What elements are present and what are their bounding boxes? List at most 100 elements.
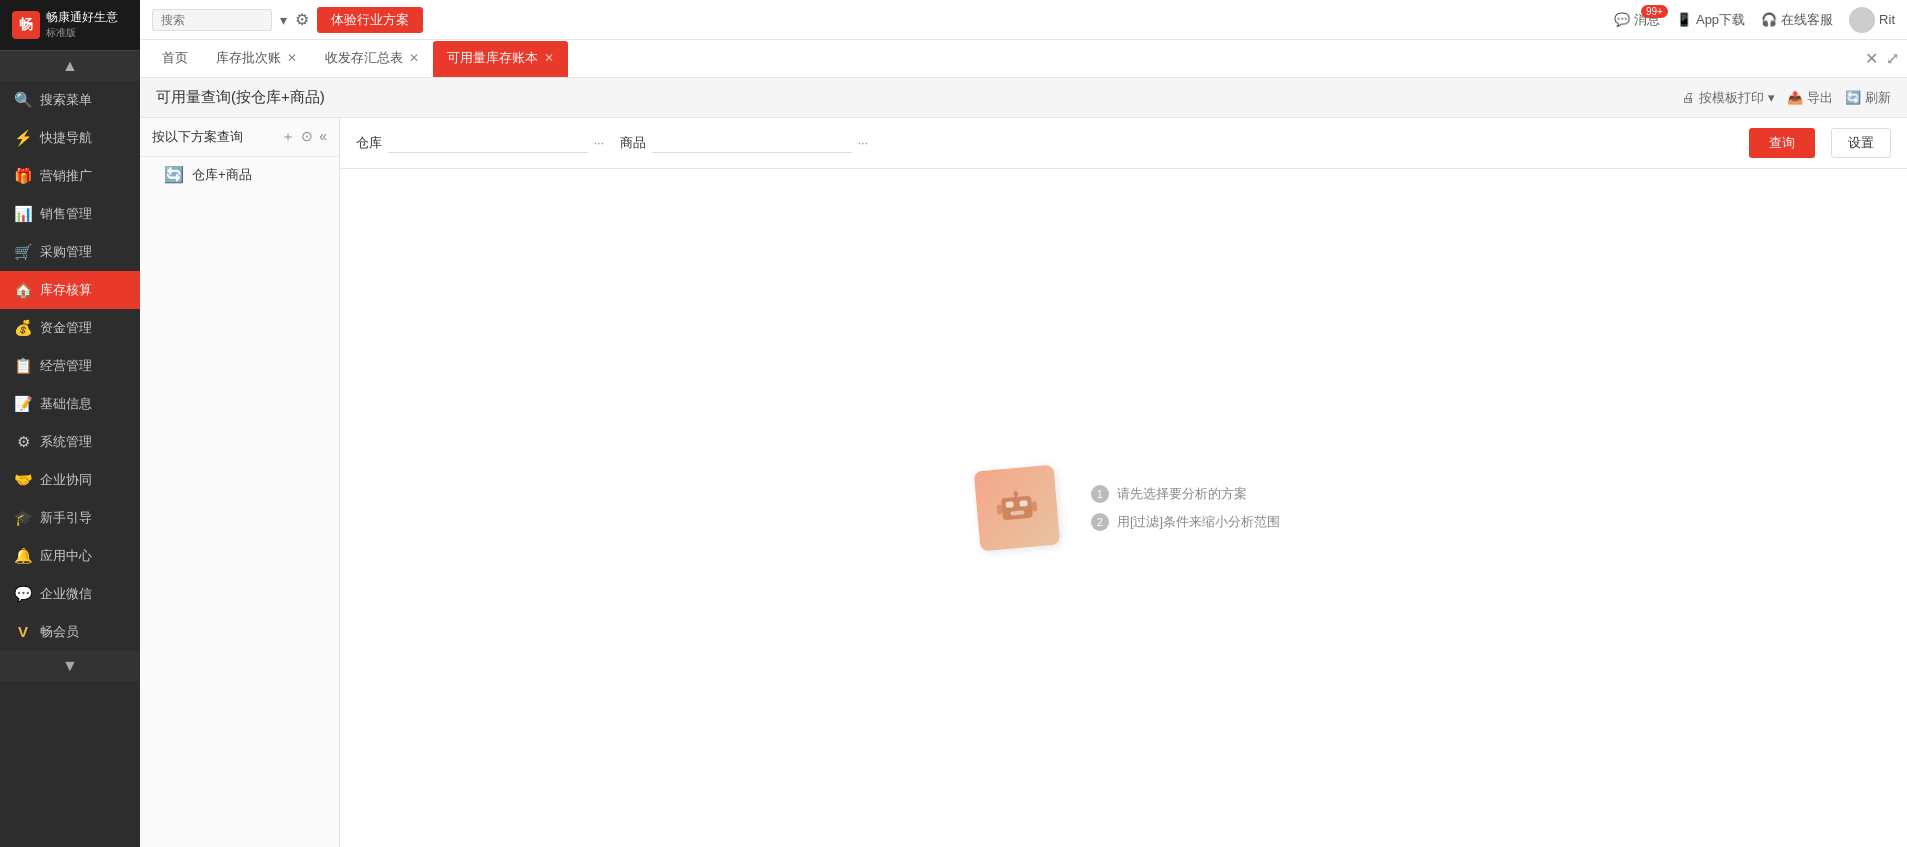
logo-sub: 标准版 — [46, 26, 118, 40]
sidebar-item-label-vip: 畅会员 — [40, 623, 79, 641]
logo-text-block: 畅康通好生意 标准版 — [46, 10, 118, 40]
quicknav-icon: ⚡ — [14, 129, 32, 147]
wechat-icon: 💬 — [14, 585, 32, 603]
operation-icon: 📋 — [14, 357, 32, 375]
sidebar-scroll: ▲ 🔍 搜索菜单 ⚡ 快捷导航 🎁 营销推广 📊 销售管理 🛒 采购管理 🏠 库… — [0, 51, 140, 847]
message-icon: 💬 — [1614, 12, 1630, 27]
topbar-dropdown-icon[interactable]: ▾ — [280, 12, 287, 28]
empty-illustration — [967, 458, 1067, 558]
filter-warehouse: 仓库 ··· — [356, 133, 604, 153]
sidebar-item-operation[interactable]: 📋 经营管理 — [0, 347, 140, 385]
tab-home[interactable]: 首页 — [148, 41, 202, 77]
tab-available-close[interactable]: ✕ — [544, 51, 554, 65]
export-action[interactable]: 📤 导出 — [1787, 89, 1833, 107]
app-icon: 📱 — [1676, 12, 1692, 27]
svg-rect-1 — [1005, 501, 1013, 508]
svg-rect-4 — [1013, 491, 1018, 497]
topbar-search-input[interactable] — [152, 9, 272, 31]
sidebar-item-label-wechat: 企业微信 — [40, 585, 92, 603]
tab-batch[interactable]: 库存批次账 ✕ — [202, 41, 311, 77]
setting-button[interactable]: 设置 — [1831, 128, 1891, 158]
tab-summary-close[interactable]: ✕ — [409, 51, 419, 65]
export-icon: 📤 — [1787, 90, 1803, 105]
refresh-action[interactable]: 🔄 刷新 — [1845, 89, 1891, 107]
sidebar-item-purchase[interactable]: 🛒 采购管理 — [0, 233, 140, 271]
sidebar: 畅 畅康通好生意 标准版 ▲ 🔍 搜索菜单 ⚡ 快捷导航 🎁 营销推广 📊 销售… — [0, 0, 140, 847]
hint-num-1: 1 — [1091, 485, 1109, 503]
sidebar-item-basic[interactable]: 📝 基础信息 — [0, 385, 140, 423]
sidebar-item-label-marketing: 营销推广 — [40, 167, 92, 185]
sidebar-item-enterprise[interactable]: 🤝 企业协同 — [0, 461, 140, 499]
query-button[interactable]: 查询 — [1749, 128, 1815, 158]
finance-icon: 💰 — [14, 319, 32, 337]
sidebar-item-system[interactable]: ⚙ 系统管理 — [0, 423, 140, 461]
sidebar-item-sales[interactable]: 📊 销售管理 — [0, 195, 140, 233]
app-label: App下载 — [1696, 11, 1745, 29]
tab-summary[interactable]: 收发存汇总表 ✕ — [311, 41, 433, 77]
product-more-icon[interactable]: ··· — [858, 136, 868, 150]
scheme-item-warehouse-product[interactable]: 🔄 仓库+商品 — [140, 157, 339, 192]
add-scheme-icon[interactable]: ＋ — [281, 128, 295, 146]
svg-rect-5 — [997, 504, 1003, 514]
scheme-icon: 🔄 — [164, 165, 184, 184]
marketing-icon: 🎁 — [14, 167, 32, 185]
industry-solution-button[interactable]: 体验行业方案 — [317, 7, 423, 33]
sidebar-item-newguide[interactable]: 🎓 新手引导 — [0, 499, 140, 537]
export-label: 导出 — [1807, 89, 1833, 107]
empty-state: 1 请先选择要分析的方案 2 用[过滤]条件来缩小分析范围 — [340, 169, 1907, 847]
manage-scheme-icon[interactable]: ⊙ — [301, 128, 313, 146]
warehouse-label: 仓库 — [356, 134, 382, 152]
product-input[interactable] — [652, 133, 852, 153]
hint-item-1: 1 请先选择要分析的方案 — [1091, 485, 1280, 503]
print-dropdown-icon: ▾ — [1768, 90, 1775, 105]
filter-product: 商品 ··· — [620, 133, 868, 153]
print-icon: 🖨 — [1682, 90, 1695, 105]
system-icon: ⚙ — [14, 433, 32, 451]
tab-batch-close[interactable]: ✕ — [287, 51, 297, 65]
sidebar-item-search[interactable]: 🔍 搜索菜单 — [0, 81, 140, 119]
right-content: 仓库 ··· 商品 ··· 查询 设置 — [340, 118, 1907, 847]
sidebar-item-marketing[interactable]: 🎁 营销推广 — [0, 157, 140, 195]
message-button[interactable]: 💬 消息 99+ — [1614, 11, 1660, 29]
sidebar-logo: 畅 畅康通好生意 标准版 — [0, 0, 140, 51]
sidebar-scroll-down[interactable]: ▼ — [0, 651, 140, 681]
tab-available-label: 可用量库存账本 — [447, 49, 538, 67]
online-service-button[interactable]: 🎧 在线客服 — [1761, 11, 1833, 29]
sidebar-item-label-enterprise: 企业协同 — [40, 471, 92, 489]
print-label: 按模板打印 — [1699, 89, 1764, 107]
sidebar-item-vip[interactable]: V 畅会员 — [0, 613, 140, 651]
message-badge: 99+ — [1641, 5, 1668, 18]
sidebar-item-quicknav[interactable]: ⚡ 快捷导航 — [0, 119, 140, 157]
sidebar-item-wechat[interactable]: 💬 企业微信 — [0, 575, 140, 613]
warehouse-more-icon[interactable]: ··· — [594, 136, 604, 150]
tabs-bar: 首页 库存批次账 ✕ 收发存汇总表 ✕ 可用量库存账本 ✕ ✕ ⤢ — [140, 40, 1907, 78]
collapse-panel-icon[interactable]: « — [319, 128, 327, 146]
warehouse-input[interactable] — [388, 133, 588, 153]
close-tab-icon[interactable]: ✕ — [1865, 49, 1878, 68]
sidebar-item-label-operation: 经营管理 — [40, 357, 92, 375]
refresh-label: 刷新 — [1865, 89, 1891, 107]
svg-rect-0 — [1001, 496, 1033, 521]
empty-box-icon — [974, 465, 1061, 552]
purchase-icon: 🛒 — [14, 243, 32, 261]
fullscreen-icon[interactable]: ⤢ — [1886, 49, 1899, 68]
scheme-label: 仓库+商品 — [192, 166, 252, 184]
inventory-icon: 🏠 — [14, 281, 32, 299]
tab-batch-label: 库存批次账 — [216, 49, 281, 67]
page-title: 可用量查询(按仓库+商品) — [156, 88, 325, 107]
sidebar-item-inventory[interactable]: 🏠 库存核算 — [0, 271, 140, 309]
topbar-gear-icon[interactable]: ⚙ — [295, 10, 309, 29]
sidebar-item-finance[interactable]: 💰 资金管理 — [0, 309, 140, 347]
tab-available[interactable]: 可用量库存账本 ✕ — [433, 41, 568, 77]
tab-home-label: 首页 — [162, 49, 188, 67]
sidebar-scroll-up[interactable]: ▲ — [0, 51, 140, 81]
print-action[interactable]: 🖨 按模板打印 ▾ — [1682, 89, 1775, 107]
hint-text-1: 请先选择要分析的方案 — [1117, 485, 1247, 503]
sidebar-item-label-system: 系统管理 — [40, 433, 92, 451]
app-download-button[interactable]: 📱 App下载 — [1676, 11, 1745, 29]
user-avatar[interactable]: Rit — [1849, 7, 1895, 33]
filter-row: 仓库 ··· 商品 ··· 查询 设置 — [340, 118, 1907, 169]
hint-text-2: 用[过滤]条件来缩小分析范围 — [1117, 513, 1280, 531]
sidebar-item-appstore[interactable]: 🔔 应用中心 — [0, 537, 140, 575]
main-area: ▾ ⚙ 体验行业方案 💬 消息 99+ 📱 App下载 🎧 在线客服 Rit — [140, 0, 1907, 847]
